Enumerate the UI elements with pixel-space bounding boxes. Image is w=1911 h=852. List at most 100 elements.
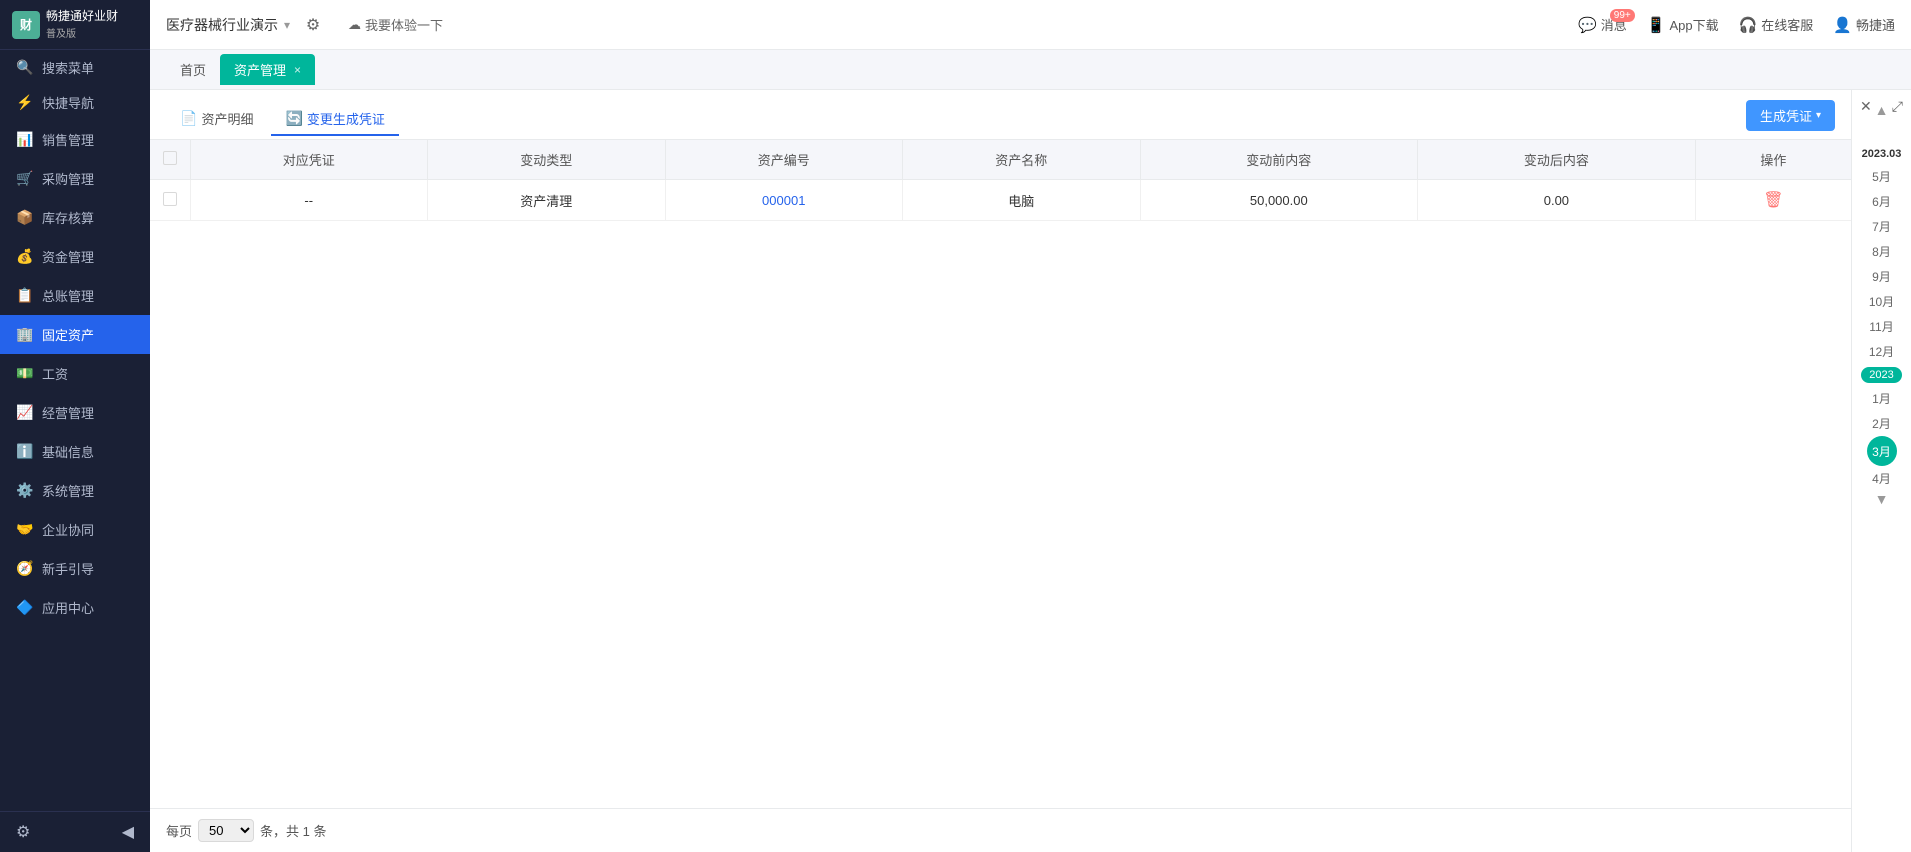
month-10[interactable]: 10月 <box>1852 289 1911 314</box>
quick-nav-label: 快捷导航 <box>42 93 94 112</box>
panel-nav-down[interactable]: ▼ <box>1875 491 1889 507</box>
row-change-type: 资产清理 <box>428 180 666 221</box>
experience-text: 我要体验一下 <box>365 15 443 34</box>
generate-dropdown-icon: ▾ <box>1816 110 1821 121</box>
settings-bottom-icon[interactable]: ⚙ <box>16 822 30 842</box>
sidebar-item-salary[interactable]: 💵 工资 <box>0 354 150 393</box>
months-2023: 1月 2月 3月 4月 <box>1852 386 1911 491</box>
col-header-voucher: 对应凭证 <box>190 140 428 180</box>
month-2[interactable]: 2月 <box>1852 411 1911 436</box>
experience-icon: ☁ <box>348 17 361 33</box>
col-header-operation: 操作 <box>1695 140 1851 180</box>
sidebar-item-quick-nav[interactable]: ⚡ 快捷导航 <box>0 85 150 120</box>
right-panel: ✕ ⤢ ▲ 2023.03 5月 6月 7月 8月 9月 10月 11月 12月… <box>1851 90 1911 852</box>
table-container: 对应凭证 变动类型 资产编号 资产名称 变动前内容 变动后内容 操作 <box>150 140 1851 808</box>
messages-button[interactable]: 💬 消息 99+ <box>1578 15 1627 34</box>
sidebar-item-guide[interactable]: 🧭 新手引导 <box>0 549 150 588</box>
total-count: 条，共 1 条 <box>260 821 326 840</box>
finance-label: 资金管理 <box>42 247 94 266</box>
logo-subtitle: 普及版 <box>46 25 118 40</box>
experience-button[interactable]: ☁ 我要体验一下 <box>348 15 443 34</box>
sidebar-item-finance[interactable]: 💰 资金管理 <box>0 237 150 276</box>
month-1[interactable]: 1月 <box>1852 386 1911 411</box>
tabbar: 首页 资产管理 × <box>150 50 1911 90</box>
pagination: 每页 50 10 20 100 条，共 1 条 <box>150 808 1851 852</box>
month-7[interactable]: 7月 <box>1852 214 1911 239</box>
tab-asset-management[interactable]: 资产管理 × <box>220 54 315 85</box>
sidebar: 财 畅捷通好业财 普及版 🔍 搜索菜单 ⚡ 快捷导航 📊 销售管理 🛒 采购管理… <box>0 0 150 852</box>
sidebar-item-ledger[interactable]: 📋 总账管理 <box>0 276 150 315</box>
month-4[interactable]: 4月 <box>1852 466 1911 491</box>
company-selector[interactable]: 医疗器械行业演示 ▾ <box>166 15 290 35</box>
quick-nav-icon: ⚡ <box>16 94 34 112</box>
change-voucher-icon: 🔄 <box>285 110 302 127</box>
panel-expand-icon[interactable]: ⤢ <box>1892 98 1903 115</box>
app-download-button[interactable]: 📱 App下载 <box>1647 15 1719 34</box>
sidebar-bottom: ⚙ ◀ <box>0 811 150 852</box>
col-header-change-type: 变动类型 <box>428 140 666 180</box>
topbar-right: 💬 消息 99+ 📱 App下载 🎧 在线客服 👤 畅捷通 <box>1578 15 1895 34</box>
basic-info-icon: ℹ️ <box>16 443 34 461</box>
tab-active-label: 资产管理 <box>234 60 286 79</box>
customer-service-button[interactable]: 🎧 在线客服 <box>1739 15 1814 34</box>
month-12[interactable]: 12月 <box>1852 339 1911 364</box>
tab-home[interactable]: 首页 <box>166 54 220 85</box>
per-page-select[interactable]: 50 10 20 100 <box>198 819 254 842</box>
sidebar-item-enterprise[interactable]: 🤝 企业协同 <box>0 510 150 549</box>
panel-close-icon[interactable]: ✕ <box>1860 98 1872 115</box>
salary-icon: 💵 <box>16 365 34 383</box>
row-checkbox-cell <box>150 180 190 221</box>
user-icon: 👤 <box>1833 16 1852 34</box>
row-asset-code[interactable]: 000001 <box>665 180 903 221</box>
fixed-assets-label: 固定资产 <box>42 325 94 344</box>
asset-detail-icon: 📄 <box>180 110 197 127</box>
sidebar-item-inventory[interactable]: 📦 库存核算 <box>0 198 150 237</box>
change-voucher-label: 变更生成凭证 <box>307 109 385 128</box>
tab-change-voucher[interactable]: 🔄 变更生成凭证 <box>271 103 398 136</box>
system-icon: ⚙️ <box>16 482 34 500</box>
year-2023-header: 2023.03 <box>1862 148 1902 160</box>
month-3-current[interactable]: 3月 <box>1867 436 1897 466</box>
month-11[interactable]: 11月 <box>1852 314 1911 339</box>
sidebar-item-purchase[interactable]: 🛒 采购管理 <box>0 159 150 198</box>
asset-table: 对应凭证 变动类型 资产编号 资产名称 变动前内容 变动后内容 操作 <box>150 140 1851 221</box>
sales-icon: 📊 <box>16 131 34 149</box>
asset-detail-label: 资产明细 <box>201 109 253 128</box>
fixed-assets-icon: 🏢 <box>16 326 34 344</box>
row-after-change: 0.00 <box>1418 180 1696 221</box>
user-button[interactable]: 👤 畅捷通 <box>1833 15 1895 34</box>
ledger-icon: 📋 <box>16 287 34 305</box>
month-9[interactable]: 9月 <box>1852 264 1911 289</box>
sidebar-item-fixed-assets[interactable]: 🏢 固定资产 <box>0 315 150 354</box>
month-6[interactable]: 6月 <box>1852 189 1911 214</box>
row-checkbox[interactable] <box>163 192 177 206</box>
sidebar-item-system[interactable]: ⚙️ 系统管理 <box>0 471 150 510</box>
panel-nav-up[interactable]: ▲ <box>1875 102 1889 118</box>
month-8[interactable]: 8月 <box>1852 239 1911 264</box>
collapse-icon[interactable]: ◀ <box>122 822 134 842</box>
generate-voucher-button[interactable]: 生成凭证 ▾ <box>1746 100 1835 131</box>
user-name: 畅捷通 <box>1856 15 1895 34</box>
sidebar-logo: 财 畅捷通好业财 普及版 <box>0 0 150 50</box>
sub-tabs: 📄 资产明细 🔄 变更生成凭证 生成凭证 ▾ <box>150 90 1851 140</box>
enterprise-icon: 🤝 <box>16 521 34 539</box>
topbar-settings-button[interactable]: ⚙ <box>298 10 328 40</box>
main-area: 📄 资产明细 🔄 变更生成凭证 生成凭证 ▾ <box>150 90 1851 852</box>
select-all-checkbox[interactable] <box>163 151 177 165</box>
sidebar-item-management[interactable]: 📈 经营管理 <box>0 393 150 432</box>
management-label: 经营管理 <box>42 403 94 422</box>
salary-label: 工资 <box>42 364 68 383</box>
sales-label: 销售管理 <box>42 130 94 149</box>
sidebar-item-search[interactable]: 🔍 搜索菜单 <box>0 50 150 85</box>
month-5[interactable]: 5月 <box>1852 164 1911 189</box>
year-2023-badge: 2023 <box>1861 367 1901 383</box>
sidebar-item-basic-info[interactable]: ℹ️ 基础信息 <box>0 432 150 471</box>
tab-close-icon[interactable]: × <box>294 63 301 77</box>
delete-row-icon[interactable]: 🗑 <box>1763 192 1783 209</box>
tab-asset-detail[interactable]: 📄 资产明细 <box>166 103 267 136</box>
app-download-icon: 📱 <box>1647 16 1666 34</box>
messages-icon: 💬 <box>1578 16 1597 34</box>
sidebar-item-sales[interactable]: 📊 销售管理 <box>0 120 150 159</box>
sidebar-item-app-center[interactable]: 🔷 应用中心 <box>0 588 150 627</box>
sidebar-nav: 🔍 搜索菜单 ⚡ 快捷导航 📊 销售管理 🛒 采购管理 📦 库存核算 💰 资金管… <box>0 50 150 811</box>
